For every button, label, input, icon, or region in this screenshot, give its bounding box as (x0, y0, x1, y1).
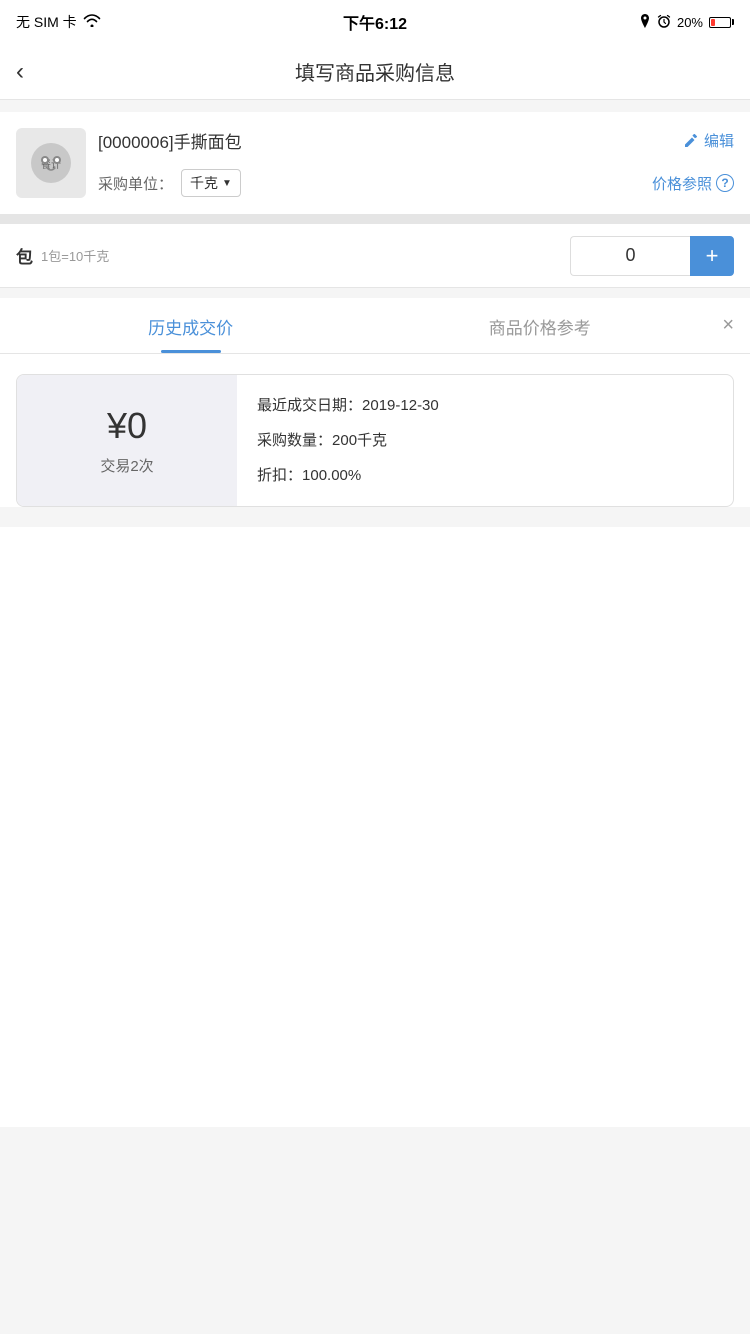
product-info: [0000006]手撕面包 编辑 采购单位： 千克 ▼ 价格参照 ? (98, 128, 734, 197)
date-label: 最近成交日期： (257, 397, 362, 414)
back-button[interactable]: ‹ (8, 50, 32, 94)
history-right: 最近成交日期：2019-12-30 采购数量：200千克 折扣：100.00% (237, 375, 733, 506)
section-divider (0, 214, 750, 224)
unit-label-left: 包 1包=10千克 (16, 243, 109, 268)
unit-conversion: 1包=10千克 (41, 246, 109, 265)
status-bar: 无 SIM 卡 下午6:12 20% (0, 0, 750, 44)
quantity-label: 采购数量： (257, 432, 332, 449)
history-trades: 交易2次 (100, 455, 153, 476)
price-ref-button[interactable]: 价格参照 ? (652, 173, 734, 194)
tab-history-label: 历史成交价 (148, 319, 233, 338)
price-panel: 历史成交价 商品价格参考 × ¥0 交易2次 最近成交日期：2019-12-30… (0, 298, 750, 507)
history-card: ¥0 交易2次 最近成交日期：2019-12-30 采购数量：200千克 折扣：… (16, 374, 734, 507)
product-thumbnail: 餐计 (16, 128, 86, 198)
product-name: [0000006]手撕面包 (98, 128, 242, 153)
wifi-icon (83, 13, 101, 32)
edit-button[interactable]: 编辑 (684, 130, 734, 151)
close-panel-button[interactable]: × (714, 306, 742, 345)
alarm-icon (657, 14, 671, 31)
unit-dropdown[interactable]: 千克 ▼ (181, 169, 241, 197)
discount-label: 折扣： (257, 467, 302, 484)
product-meta: 采购单位： 千克 ▼ 价格参照 ? (98, 169, 734, 197)
history-date-row: 最近成交日期：2019-12-30 (257, 395, 713, 416)
history-price: ¥0 (107, 405, 147, 447)
help-icon: ? (716, 174, 734, 192)
page-title: 填写商品采购信息 (295, 57, 455, 86)
quantity-plus-button[interactable]: + (690, 236, 734, 276)
price-ref-label: 价格参照 (652, 173, 712, 194)
nav-bar: ‹ 填写商品采购信息 (0, 44, 750, 100)
tab-product-label: 商品价格参考 (489, 319, 591, 338)
status-right: 20% (639, 14, 734, 31)
price-panel-tabs: 历史成交价 商品价格参考 × (0, 298, 750, 354)
history-discount-row: 折扣：100.00% (257, 465, 713, 486)
date-value: 2019-12-30 (362, 397, 439, 414)
quantity-row: 包 1包=10千克 + (0, 224, 750, 288)
unit-value: 千克 (190, 173, 218, 193)
unit-label: 采购单位： (98, 173, 173, 194)
carrier-text: 无 SIM 卡 (16, 12, 77, 32)
product-header: [0000006]手撕面包 编辑 (98, 128, 734, 153)
location-icon (639, 14, 651, 31)
quantity-input-wrapper: + (121, 236, 734, 276)
tab-product-price[interactable]: 商品价格参考 (365, 298, 714, 353)
battery-percentage: 20% (677, 15, 703, 30)
product-section: 餐计 [0000006]手撕面包 编辑 采购单位： 千克 ▼ (0, 112, 750, 214)
bottom-space (0, 527, 750, 1127)
status-left: 无 SIM 卡 (16, 12, 101, 32)
dropdown-chevron-icon: ▼ (222, 178, 232, 189)
history-quantity-row: 采购数量：200千克 (257, 430, 713, 451)
history-left: ¥0 交易2次 (17, 375, 237, 506)
unit-box: 包 (16, 243, 33, 268)
quantity-value: 200千克 (332, 432, 387, 449)
purchase-unit: 采购单位： 千克 ▼ (98, 169, 241, 197)
discount-value: 100.00% (302, 467, 361, 484)
battery-icon (709, 17, 734, 28)
status-time: 下午6:12 (343, 10, 407, 34)
quantity-input[interactable] (570, 236, 690, 276)
tab-history-price[interactable]: 历史成交价 (16, 298, 365, 353)
